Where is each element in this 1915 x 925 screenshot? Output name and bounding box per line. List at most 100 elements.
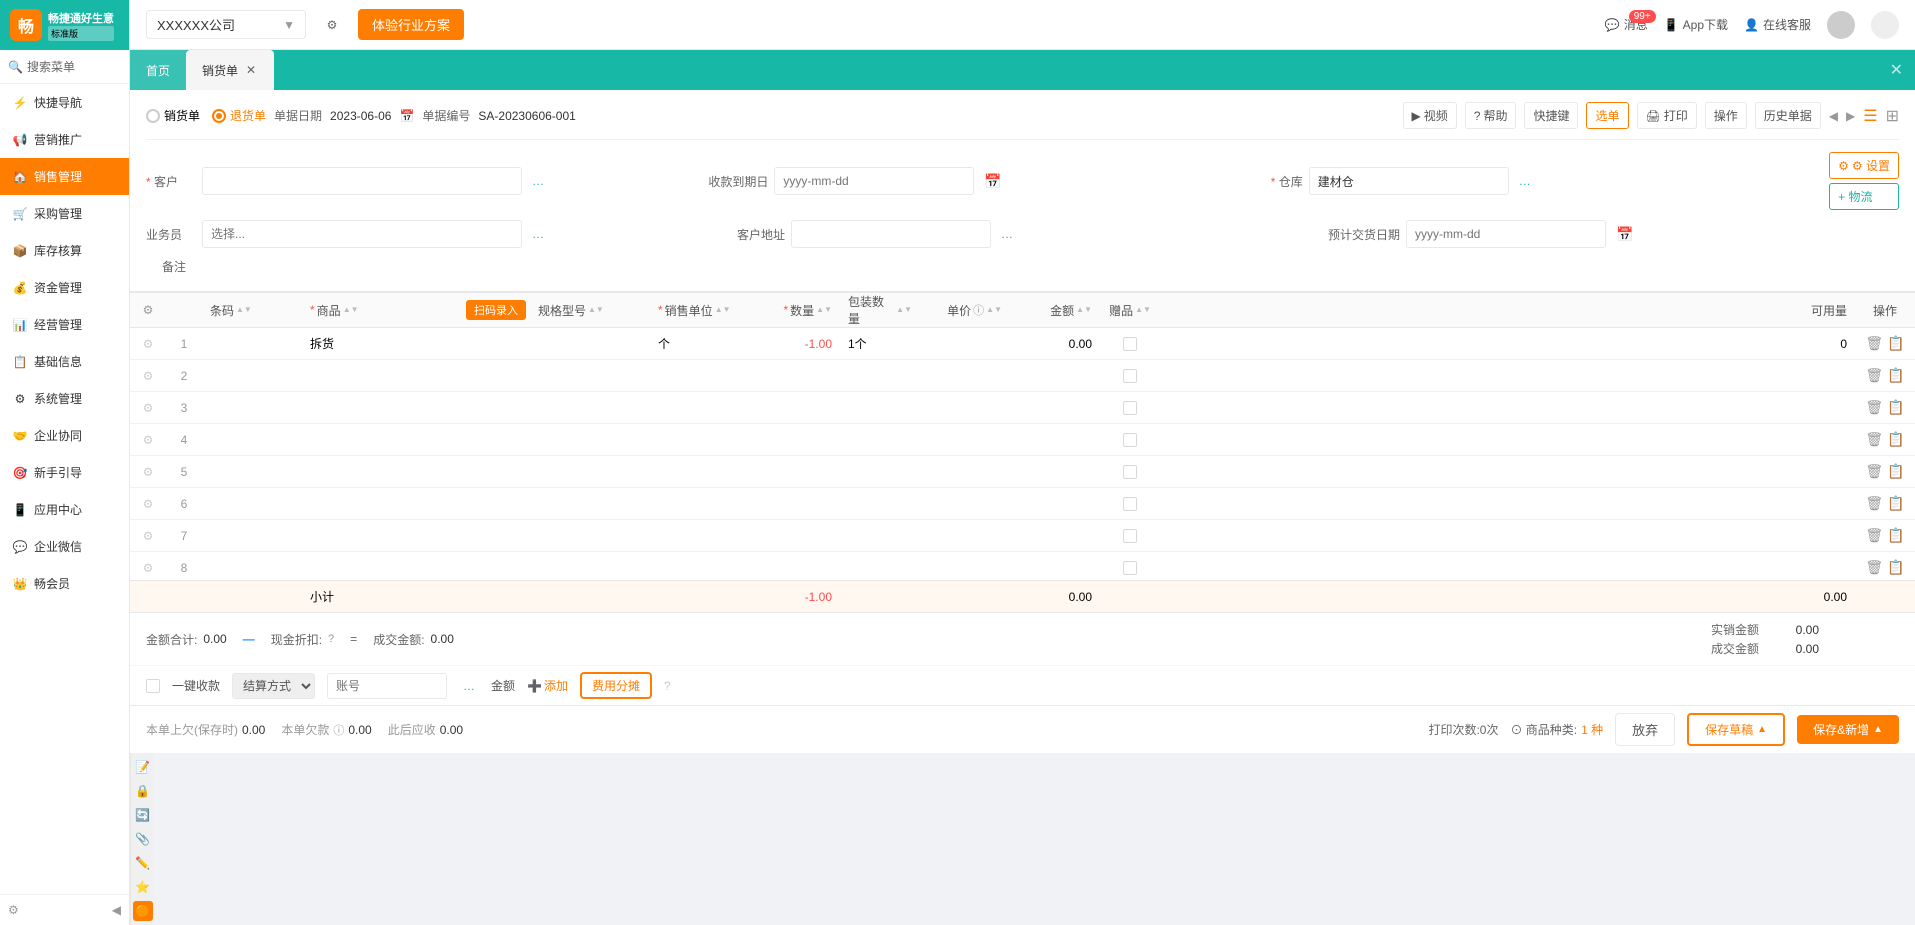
tab-close-icon[interactable]: ✕ <box>244 63 258 77</box>
radio-sale-order[interactable]: 销货单 <box>146 107 200 124</box>
expense-split-btn[interactable]: 费用分摊 <box>580 672 652 699</box>
app-download-item[interactable]: 📱 App下载 <box>1664 16 1728 33</box>
save-draft-button[interactable]: 保存草稿 ▲ <box>1687 713 1785 746</box>
unit-price-sort-icon[interactable]: ▲▼ <box>986 306 1002 314</box>
grid-view-icon[interactable]: ⊞ <box>1886 106 1899 126</box>
salesperson-input[interactable] <box>202 220 522 248</box>
calendar-icon[interactable]: 📅 <box>399 109 414 123</box>
company-selector[interactable]: XXXXXX公司 ▼ <box>146 10 306 39</box>
right-panel-icon-4[interactable]: 📎 <box>133 829 153 849</box>
one-click-payment-checkbox[interactable] <box>146 679 160 693</box>
product-type-link[interactable]: 1 种 <box>1581 721 1603 738</box>
sidebar-item-basic[interactable]: 📋 基础信息 <box>0 343 129 380</box>
pack-qty-sort-icon[interactable]: ▲▼ <box>896 306 912 314</box>
qty-sort-icon[interactable]: ▲▼ <box>816 306 832 314</box>
list-view-icon[interactable]: ☰ <box>1863 106 1877 126</box>
expected-delivery-calendar-icon[interactable]: 📅 <box>1612 226 1637 243</box>
right-panel-icon-3[interactable]: 🔄 <box>133 805 153 825</box>
right-panel-icon-2[interactable]: 🔒 <box>133 781 153 801</box>
tab-home[interactable]: 首页 <box>130 50 186 90</box>
delete-icon[interactable]: 🗑 <box>1865 367 1883 384</box>
logistics-button[interactable]: + 物流 <box>1829 183 1899 210</box>
payment-due-calendar-icon[interactable]: 📅 <box>980 173 1005 190</box>
account-input[interactable] <box>327 673 447 699</box>
row1-settings[interactable]: ⚙ <box>130 337 166 351</box>
row1-gift[interactable] <box>1100 337 1160 351</box>
print-btn[interactable]: 🖨 打印 <box>1637 102 1697 129</box>
sidebar-item-inventory[interactable]: 📦 库存核算 <box>0 232 129 269</box>
sidebar-search[interactable]: 🔍 搜索菜单 <box>0 50 129 84</box>
trial-button[interactable]: 体验行业方案 <box>358 9 464 40</box>
right-panel-icon-6[interactable]: ⭐ <box>133 877 153 897</box>
sidebar-item-sales[interactable]: 🏠 销售管理 <box>0 158 129 195</box>
unit-price-info-icon[interactable]: ⓘ <box>973 302 984 318</box>
unit-sort-icon[interactable]: ▲▼ <box>715 306 731 314</box>
right-panel-icon-5[interactable]: ✏️ <box>133 853 153 873</box>
spec-sort-icon[interactable]: ▲▼ <box>588 306 604 314</box>
radio-return-order[interactable]: 退货单 <box>212 107 266 124</box>
th-settings[interactable]: ⚙ <box>130 303 166 317</box>
sidebar-item-purchase[interactable]: 🛒 采购管理 <box>0 195 129 232</box>
settings-button[interactable]: ⚙ ⚙ 设置 <box>1829 152 1899 179</box>
row1-copy-icon[interactable]: 📋 <box>1887 335 1904 352</box>
row1-qty[interactable]: -1.00 <box>750 337 840 351</box>
delete-icon[interactable]: 🗑 <box>1865 463 1883 480</box>
right-panel-icon-7[interactable]: 🟠 <box>133 901 153 921</box>
warehouse-input[interactable] <box>1309 167 1509 195</box>
customer-addr-input[interactable] <box>791 220 991 248</box>
delete-icon[interactable]: 🗑 <box>1865 559 1883 576</box>
sidebar-item-system[interactable]: ⚙ 系统管理 <box>0 380 129 417</box>
message-item[interactable]: 💬 消息 99+ <box>1605 16 1648 33</box>
amount-sort-icon[interactable]: ▲▼ <box>1076 306 1092 314</box>
copy-icon[interactable]: 📋 <box>1887 399 1904 416</box>
copy-icon[interactable]: 📋 <box>1887 527 1904 544</box>
gift-checkbox[interactable] <box>1123 401 1137 415</box>
sidebar-item-quick-nav[interactable]: ⚡ 快捷导航 <box>0 84 129 121</box>
product-sort-icon[interactable]: ▲▼ <box>343 306 359 314</box>
delete-icon[interactable]: 🗑 <box>1865 495 1883 512</box>
scan-btn[interactable]: 扫码录入 <box>466 300 526 320</box>
ops-btn[interactable]: 操作 <box>1705 102 1747 129</box>
customer-input[interactable] <box>202 167 522 195</box>
row1-amount[interactable]: 0.00 <box>1010 337 1100 351</box>
row1-pack-qty[interactable]: 1个 <box>840 335 920 352</box>
customer-addr-dots-icon[interactable]: … <box>997 227 1017 241</box>
gift-checkbox[interactable] <box>1123 529 1137 543</box>
account-dots-icon[interactable]: … <box>459 679 479 693</box>
collapse-icon[interactable]: ◀ <box>112 903 121 917</box>
copy-icon[interactable]: 📋 <box>1887 495 1904 512</box>
expected-delivery-input[interactable] <box>1406 220 1606 248</box>
row1-unit[interactable]: 个 <box>650 335 750 352</box>
gift-checkbox[interactable] <box>1123 465 1137 479</box>
copy-icon[interactable]: 📋 <box>1887 367 1904 384</box>
sidebar-item-apps[interactable]: 📱 应用中心 <box>0 491 129 528</box>
right-panel-icon-1[interactable]: 📝 <box>133 757 153 777</box>
warehouse-dots-icon[interactable]: … <box>1515 174 1535 188</box>
online-service-item[interactable]: 👤 在线客服 <box>1744 16 1811 33</box>
settings-gear-icon[interactable]: ⚙ <box>8 903 19 917</box>
sidebar-item-member[interactable]: 👑 畅会员 <box>0 565 129 602</box>
avatar-extra[interactable] <box>1871 11 1899 39</box>
sidebar-item-enterprise[interactable]: 🤝 企业协同 <box>0 417 129 454</box>
shortcut-btn[interactable]: 快捷键 <box>1524 102 1578 129</box>
delete-icon[interactable]: 🗑 <box>1865 527 1883 544</box>
close-all-tabs-icon[interactable]: ✕ <box>1890 62 1903 79</box>
salesperson-dots-icon[interactable]: … <box>528 227 548 241</box>
discount-info-icon[interactable]: ? <box>328 633 334 645</box>
delete-icon[interactable]: 🗑 <box>1865 399 1883 416</box>
expense-help-icon[interactable]: ? <box>664 679 671 693</box>
select-order-btn[interactable]: 选单 <box>1586 102 1628 129</box>
history-btn[interactable]: 历史单据 <box>1755 102 1821 129</box>
row1-product[interactable]: 拆货 <box>302 335 462 352</box>
customer-dots-icon[interactable]: … <box>528 174 548 188</box>
gift-checkbox[interactable] <box>1123 433 1137 447</box>
save-new-button[interactable]: 保存&新增 ▲ <box>1797 715 1899 744</box>
add-amount-link[interactable]: ➕ 添加 <box>527 677 568 694</box>
copy-icon[interactable]: 📋 <box>1887 559 1904 576</box>
settlement-method-select[interactable]: 结算方式 <box>232 673 315 699</box>
nav-next-icon[interactable]: ▶ <box>1846 109 1855 123</box>
gift-sort-icon[interactable]: ▲▼ <box>1135 306 1151 314</box>
gift-checkbox[interactable] <box>1123 369 1137 383</box>
sidebar-item-guide[interactable]: 🎯 新手引导 <box>0 454 129 491</box>
copy-icon[interactable]: 📋 <box>1887 463 1904 480</box>
